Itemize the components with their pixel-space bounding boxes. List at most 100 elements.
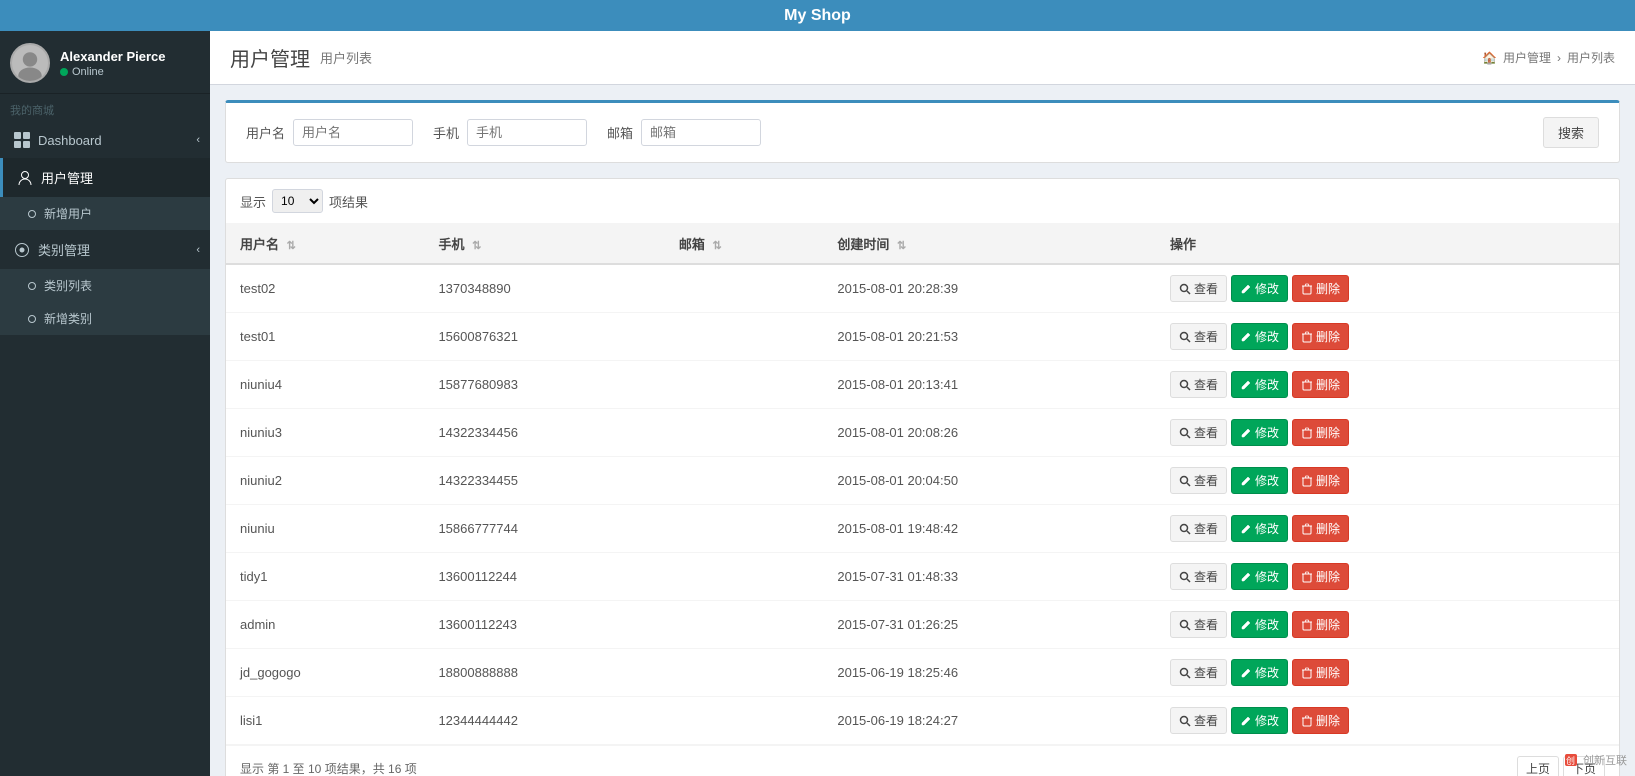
cell-email	[665, 361, 823, 409]
top-bar: My Shop	[0, 0, 1635, 31]
cell-phone: 15600876321	[424, 313, 664, 361]
table-card: 显示 10 25 50 100 项结果 用户名 ⇅	[225, 178, 1620, 776]
username-search-input[interactable]	[293, 119, 413, 146]
view-button[interactable]: 查看	[1170, 275, 1227, 302]
table-row: lisi1 12344444442 2015-06-19 18:24:27 查看…	[226, 697, 1619, 745]
sort-created-icon[interactable]: ⇅	[897, 240, 906, 252]
delete-button[interactable]: 删除	[1292, 515, 1349, 542]
view-button[interactable]: 查看	[1170, 707, 1227, 734]
delete-button[interactable]: 删除	[1292, 371, 1349, 398]
trash-icon	[1301, 571, 1313, 583]
trash-icon	[1301, 427, 1313, 439]
sidebar-item-add-user[interactable]: 新增用户	[0, 197, 210, 230]
content-body: 用户名 手机 邮箱 搜索 显示 10	[210, 85, 1635, 776]
edit-button[interactable]: 修改	[1231, 611, 1288, 638]
table-row: niuniu 15866777744 2015-08-01 19:48:42 查…	[226, 505, 1619, 553]
delete-button[interactable]: 删除	[1292, 419, 1349, 446]
cell-phone: 15866777744	[424, 505, 664, 553]
delete-button[interactable]: 删除	[1292, 275, 1349, 302]
action-buttons: 查看 修改 删除	[1170, 419, 1605, 446]
sidebar-category-management-label: 类别管理	[38, 240, 90, 259]
sidebar-item-dashboard[interactable]: Dashboard ‹	[0, 122, 210, 158]
sidebar-item-user-management[interactable]: 用户管理	[0, 158, 210, 197]
view-button[interactable]: 查看	[1170, 323, 1227, 350]
delete-button[interactable]: 删除	[1292, 467, 1349, 494]
cell-created-at: 2015-06-19 18:25:46	[823, 649, 1156, 697]
sort-email-icon[interactable]: ⇅	[713, 240, 722, 252]
view-button[interactable]: 查看	[1170, 611, 1227, 638]
cell-email	[665, 409, 823, 457]
cell-phone: 15877680983	[424, 361, 664, 409]
sort-username-icon[interactable]: ⇅	[287, 240, 296, 252]
edit-button[interactable]: 修改	[1231, 707, 1288, 734]
prev-page-button[interactable]: 上页	[1517, 756, 1559, 776]
page-header-left: 用户管理 用户列表	[230, 43, 372, 72]
action-buttons: 查看 修改 删除	[1170, 371, 1605, 398]
cell-email	[665, 264, 823, 313]
sidebar-item-category-management[interactable]: 类别管理 ‹	[0, 230, 210, 269]
edit-button[interactable]: 修改	[1231, 323, 1288, 350]
view-button[interactable]: 查看	[1170, 371, 1227, 398]
edit-button[interactable]: 修改	[1231, 371, 1288, 398]
cell-email	[665, 313, 823, 361]
results-label: 项结果	[329, 192, 368, 211]
cell-username: test02	[226, 264, 424, 313]
action-buttons: 查看 修改 删除	[1170, 707, 1605, 734]
sort-phone-icon[interactable]: ⇅	[472, 240, 481, 252]
dashboard-icon	[14, 132, 30, 148]
delete-button[interactable]: 删除	[1292, 563, 1349, 590]
table-controls: 显示 10 25 50 100 项结果	[226, 179, 1619, 224]
delete-button[interactable]: 删除	[1292, 707, 1349, 734]
table-header-row: 用户名 ⇅ 手机 ⇅ 邮箱 ⇅	[226, 224, 1619, 264]
edit-button[interactable]: 修改	[1231, 659, 1288, 686]
search-button[interactable]: 搜索	[1543, 117, 1599, 148]
delete-button[interactable]: 删除	[1292, 659, 1349, 686]
cell-email	[665, 553, 823, 601]
cell-actions: 查看 修改 删除	[1156, 313, 1619, 361]
cell-phone: 14322334455	[424, 457, 664, 505]
username-display: Alexander Pierce	[60, 49, 200, 64]
col-username: 用户名 ⇅	[226, 224, 424, 264]
cell-email	[665, 601, 823, 649]
cell-created-at: 2015-08-01 20:04:50	[823, 457, 1156, 505]
cell-username: niuniu	[226, 505, 424, 553]
table-row: tidy1 13600112244 2015-07-31 01:48:33 查看…	[226, 553, 1619, 601]
action-buttons: 查看 修改 删除	[1170, 515, 1605, 542]
cell-created-at: 2015-08-01 20:28:39	[823, 264, 1156, 313]
username-search-label: 用户名	[246, 123, 285, 142]
cell-actions: 查看 修改 删除	[1156, 457, 1619, 505]
email-search-label: 邮箱	[607, 123, 633, 142]
table-row: test01 15600876321 2015-08-01 20:21:53 查…	[226, 313, 1619, 361]
edit-button[interactable]: 修改	[1231, 467, 1288, 494]
edit-icon	[1240, 475, 1252, 487]
phone-search-input[interactable]	[467, 119, 587, 146]
sidebar-add-user-label: 新增用户	[44, 205, 92, 222]
svg-text:创: 创	[1566, 755, 1575, 766]
cell-username: niuniu4	[226, 361, 424, 409]
sidebar: Alexander Pierce Online 我的商城 Dashboard ‹	[0, 31, 210, 776]
cell-phone: 13600112244	[424, 553, 664, 601]
user-status: Online	[60, 66, 200, 78]
show-select[interactable]: 10 25 50 100	[272, 189, 323, 213]
cell-username: jd_gogogo	[226, 649, 424, 697]
edit-icon	[1240, 331, 1252, 343]
view-button[interactable]: 查看	[1170, 515, 1227, 542]
email-search-input[interactable]	[641, 119, 761, 146]
cell-username: tidy1	[226, 553, 424, 601]
edit-button[interactable]: 修改	[1231, 515, 1288, 542]
view-button[interactable]: 查看	[1170, 659, 1227, 686]
edit-button[interactable]: 修改	[1231, 563, 1288, 590]
chevron-category-icon: ‹	[196, 244, 200, 256]
search-icon	[1179, 619, 1191, 631]
view-button[interactable]: 查看	[1170, 419, 1227, 446]
edit-button[interactable]: 修改	[1231, 275, 1288, 302]
view-button[interactable]: 查看	[1170, 467, 1227, 494]
view-button[interactable]: 查看	[1170, 563, 1227, 590]
edit-button[interactable]: 修改	[1231, 419, 1288, 446]
sidebar-item-add-category[interactable]: 新增类别	[0, 302, 210, 335]
delete-button[interactable]: 删除	[1292, 323, 1349, 350]
cell-actions: 查看 修改 删除	[1156, 264, 1619, 313]
chevron-icon: ‹	[196, 134, 200, 146]
sidebar-item-category-list[interactable]: 类别列表	[0, 269, 210, 302]
delete-button[interactable]: 删除	[1292, 611, 1349, 638]
